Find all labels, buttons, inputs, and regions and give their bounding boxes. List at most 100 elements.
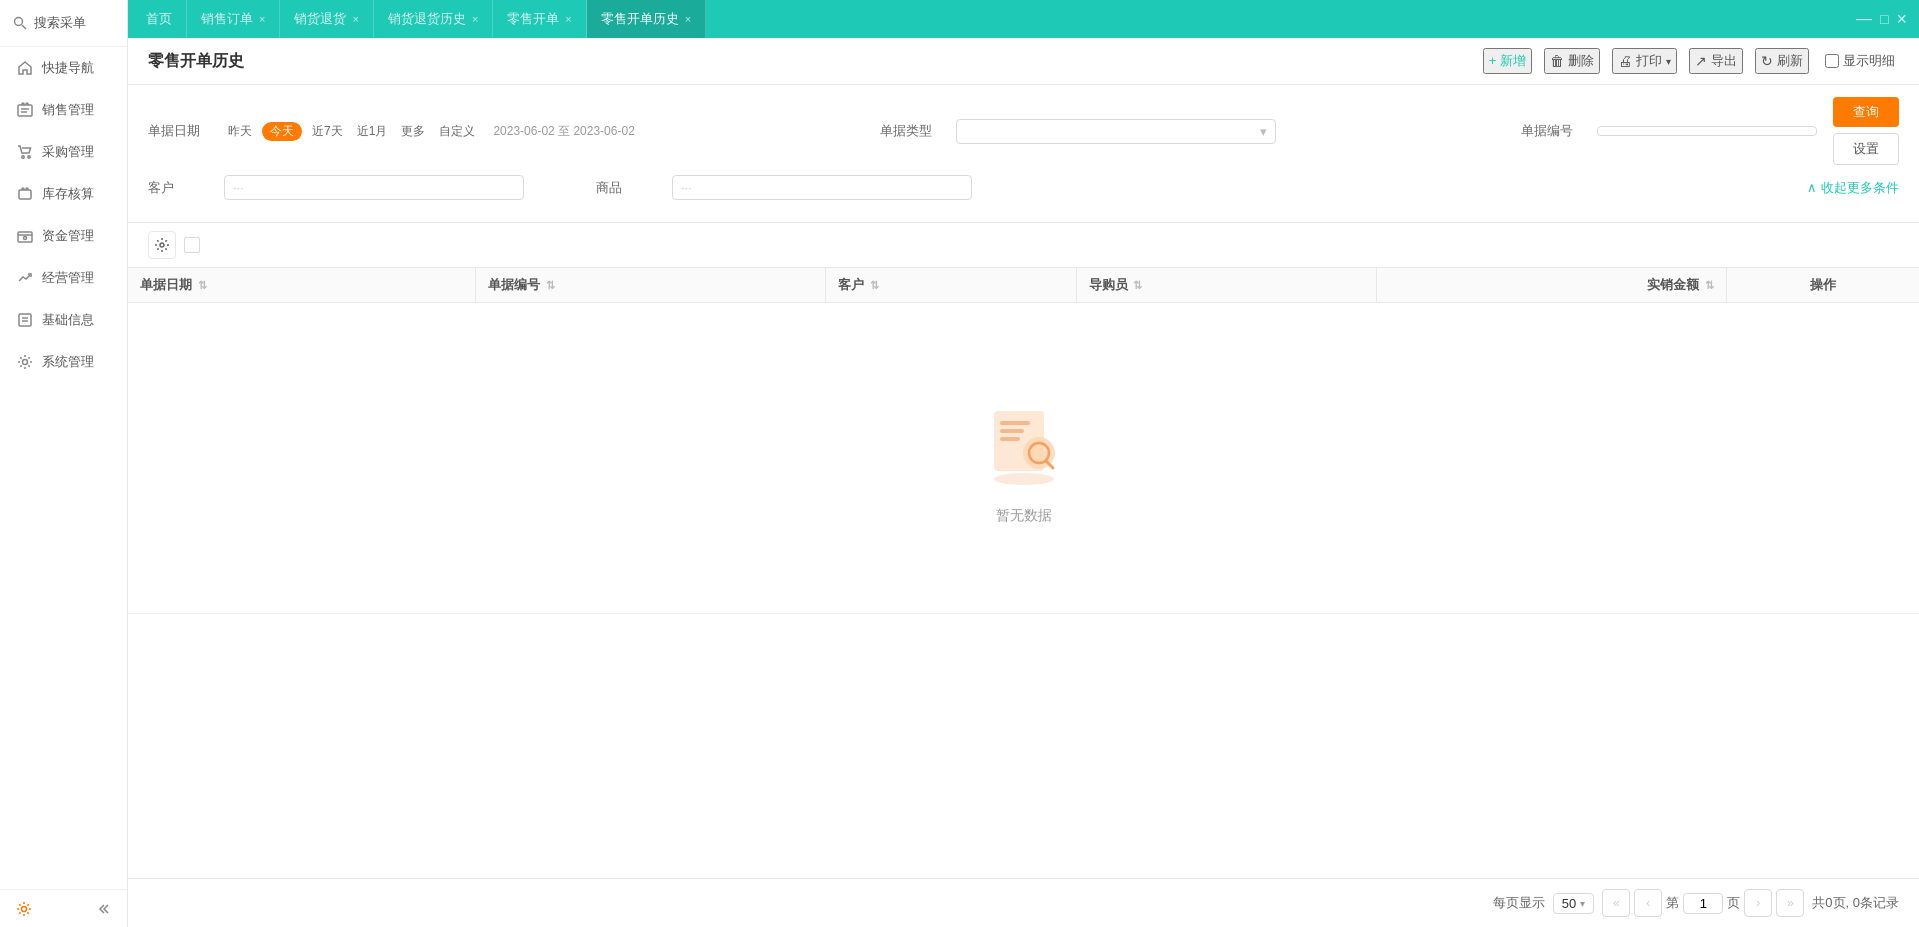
per-page-value: 50 xyxy=(1562,896,1576,911)
svg-point-0 xyxy=(15,18,23,26)
sidebar-item-label: 资金管理 xyxy=(42,227,94,245)
col-customer-label: 客户 xyxy=(838,277,864,292)
date-opt-today[interactable]: 今天 xyxy=(262,122,302,141)
sidebar-item-purchase-mgmt[interactable]: 采购管理 xyxy=(0,131,127,173)
maximize-btn[interactable]: □ xyxy=(1880,11,1888,27)
column-settings-button[interactable] xyxy=(148,231,176,259)
chevron-down-icon: ▾ xyxy=(1260,124,1267,139)
svg-rect-18 xyxy=(1000,421,1030,425)
pagination: 每页显示 50 ▾ « ‹ 第 页 › xyxy=(128,878,1919,927)
home-icon xyxy=(16,59,34,77)
last-page-icon: » xyxy=(1787,896,1794,910)
col-guide[interactable]: 导购员 ⇅ xyxy=(1076,268,1376,303)
col-doc-number[interactable]: 单据编号 ⇅ xyxy=(476,268,826,303)
empty-text: 暂无数据 xyxy=(996,507,1052,525)
window-controls: — □ × xyxy=(1856,9,1915,30)
sidebar-item-label: 经营管理 xyxy=(42,269,94,287)
customer-input[interactable]: ··· xyxy=(224,175,524,200)
tab-close-retail-open[interactable]: × xyxy=(565,13,571,25)
empty-state: 暂无数据 xyxy=(140,311,1907,605)
delete-label: 删除 xyxy=(1568,52,1594,70)
doc-number-input[interactable] xyxy=(1597,126,1817,136)
tab-home[interactable]: 首页 xyxy=(132,0,187,38)
date-opt-yesterday[interactable]: 昨天 xyxy=(224,122,256,141)
delete-button[interactable]: 🗑 删除 xyxy=(1544,48,1600,74)
select-all-checkbox[interactable] xyxy=(184,237,200,253)
date-opt-last7[interactable]: 近7天 xyxy=(308,122,347,141)
tab-close-sales-return-history[interactable]: × xyxy=(472,13,478,25)
doc-type-select[interactable]: ▾ xyxy=(956,119,1276,144)
collapse-label: 收起更多条件 xyxy=(1821,179,1899,197)
sidebar-item-system[interactable]: 系统管理 xyxy=(0,341,127,383)
col-amount-label: 实销金额 xyxy=(1647,277,1699,292)
refresh-icon: ↻ xyxy=(1761,53,1773,69)
sidebar-item-quick-nav[interactable]: 快捷导航 xyxy=(0,47,127,89)
header-actions: + 新增 🗑 删除 🖨 打印 ▾ ↗ 导出 ↻ 刷新 xyxy=(1483,48,1899,74)
empty-cell: 暂无数据 xyxy=(128,303,1919,614)
tab-retail-open[interactable]: 零售开单 × xyxy=(493,0,586,38)
collapse-button[interactable]: ∧ 收起更多条件 xyxy=(1807,179,1899,197)
sidebar-item-basic-info[interactable]: 基础信息 xyxy=(0,299,127,341)
first-page-icon: « xyxy=(1613,896,1620,910)
date-opt-more[interactable]: 更多 xyxy=(397,122,429,141)
col-guide-label: 导购员 xyxy=(1089,277,1128,292)
display-detail-checkbox[interactable] xyxy=(1825,54,1839,68)
display-detail-label: 显示明细 xyxy=(1843,52,1895,70)
page-suffix: 页 xyxy=(1727,894,1740,912)
per-page-dropdown-icon: ▾ xyxy=(1580,898,1585,909)
last-page-btn[interactable]: » xyxy=(1776,889,1804,917)
tab-sales-order[interactable]: 销售订单 × xyxy=(187,0,280,38)
sidebar-item-label: 系统管理 xyxy=(42,353,94,371)
page-label: 第 xyxy=(1666,894,1679,912)
sidebar-item-sales-mgmt[interactable]: 销售管理 xyxy=(0,89,127,131)
settings-icon[interactable] xyxy=(16,900,32,917)
sidebar-item-finance[interactable]: 资金管理 xyxy=(0,215,127,257)
next-page-btn[interactable]: › xyxy=(1744,889,1772,917)
sidebar-nav: 快捷导航 销售管理 采购管理 xyxy=(0,47,127,889)
col-doc-number-label: 单据编号 xyxy=(488,277,540,292)
query-actions: 查询 设置 xyxy=(1833,97,1899,165)
page-input-group: 第 页 xyxy=(1666,893,1740,914)
col-doc-date[interactable]: 单据日期 ⇅ xyxy=(128,268,476,303)
refresh-button[interactable]: ↻ 刷新 xyxy=(1755,48,1809,74)
date-opt-last-month[interactable]: 近1月 xyxy=(353,122,392,141)
minimize-btn[interactable]: — xyxy=(1856,10,1872,28)
new-button[interactable]: + 新增 xyxy=(1483,48,1532,74)
page-number-input[interactable] xyxy=(1683,893,1723,914)
display-detail-toggle[interactable]: 显示明细 xyxy=(1821,50,1899,72)
close-btn[interactable]: × xyxy=(1896,9,1907,30)
svg-point-16 xyxy=(994,473,1054,485)
tab-sales-return-history[interactable]: 销货退货历史 × xyxy=(374,0,493,38)
export-button[interactable]: ↗ 导出 xyxy=(1689,48,1743,74)
filter-area: 单据日期 昨天 今天 近7天 近1月 更多 自定义 2023-06-02 至 2… xyxy=(128,85,1919,223)
doc-type-label: 单据类型 xyxy=(880,122,940,140)
sidebar-search[interactable]: 搜索采单 xyxy=(0,0,127,47)
table-header-row: 单据日期 ⇅ 单据编号 ⇅ 客户 ⇅ 导购员 ⇅ xyxy=(128,268,1919,303)
goods-ellipsis: ··· xyxy=(681,180,692,195)
tab-close-sales-order[interactable]: × xyxy=(259,13,265,25)
query-button[interactable]: 查询 xyxy=(1833,97,1899,127)
per-page-select[interactable]: 50 ▾ xyxy=(1553,893,1594,914)
filter-date-options: 昨天 今天 近7天 近1月 更多 自定义 2023-06-02 至 2023-0… xyxy=(224,122,635,141)
col-amount[interactable]: 实销金额 ⇅ xyxy=(1376,268,1726,303)
tab-close-sales-return[interactable]: × xyxy=(352,13,358,25)
delete-icon: 🗑 xyxy=(1550,53,1564,69)
tab-close-retail-open-history[interactable]: × xyxy=(685,13,691,25)
print-dropdown-icon[interactable]: ▾ xyxy=(1666,56,1671,67)
goods-input[interactable]: ··· xyxy=(672,175,972,200)
date-opt-custom[interactable]: 自定义 xyxy=(435,122,479,141)
empty-row: 暂无数据 xyxy=(128,303,1919,614)
tab-sales-return[interactable]: 销货退货 × xyxy=(280,0,373,38)
prev-page-btn[interactable]: ‹ xyxy=(1634,889,1662,917)
sidebar-item-operation[interactable]: 经营管理 xyxy=(0,257,127,299)
first-page-btn[interactable]: « xyxy=(1602,889,1630,917)
collapse-icon[interactable] xyxy=(95,900,111,917)
settings-button[interactable]: 设置 xyxy=(1833,133,1899,165)
col-customer[interactable]: 客户 ⇅ xyxy=(826,268,1077,303)
tab-retail-open-history[interactable]: 零售开单历史 × xyxy=(587,0,706,38)
sidebar-item-inventory[interactable]: 库存核算 xyxy=(0,173,127,215)
print-button[interactable]: 🖨 打印 ▾ xyxy=(1612,48,1677,74)
svg-point-15 xyxy=(160,243,164,247)
content: 零售开单历史 + 新增 🗑 删除 🖨 打印 ▾ ↗ 导出 ↻ xyxy=(128,38,1919,927)
print-label: 打印 xyxy=(1636,52,1662,70)
